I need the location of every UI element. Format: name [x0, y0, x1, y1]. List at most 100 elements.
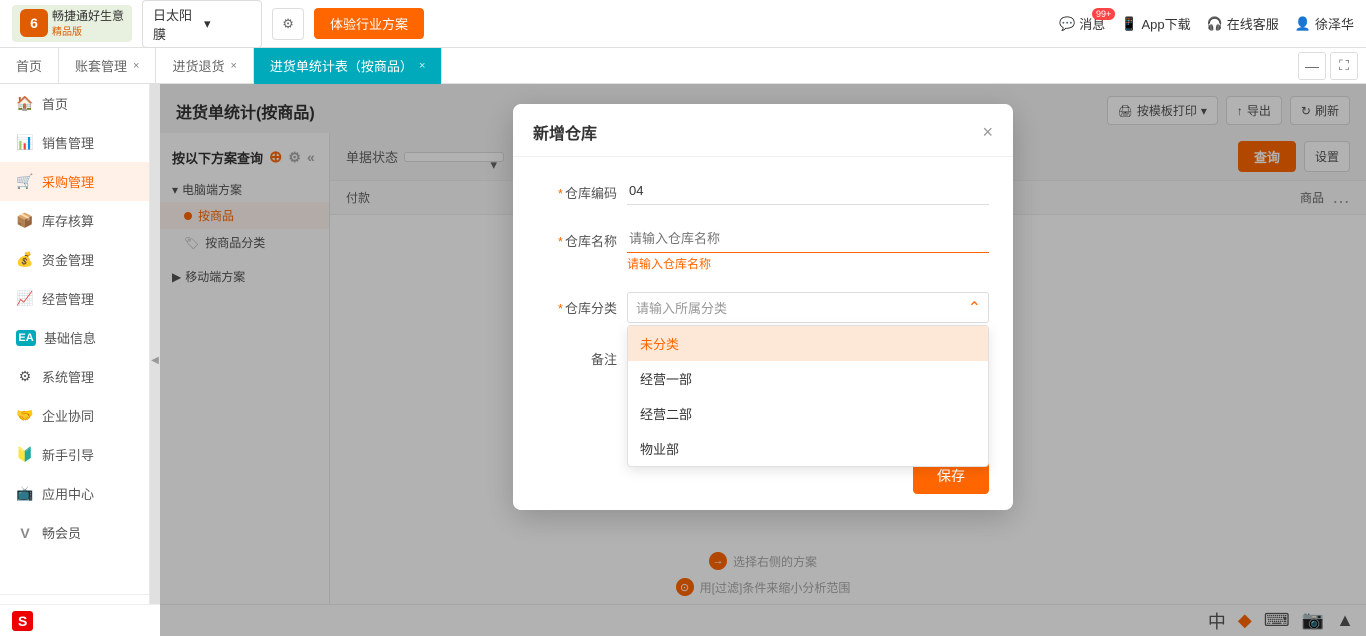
category-dropdown-list: 未分类 经营一部 经营二部 物业部 [627, 325, 989, 467]
guide-icon: 🔰 [16, 446, 34, 464]
tab-account[interactable]: 账套管理 × [59, 48, 156, 84]
sidebar-label-basic: 基础信息 [44, 328, 96, 347]
app-download-item[interactable]: 📱 App下载 [1121, 14, 1190, 33]
sidebar-collapse-handle[interactable]: ◀ [150, 84, 160, 636]
name-input[interactable] [627, 225, 989, 253]
app-download-label: App下载 [1141, 14, 1190, 33]
sidebar-item-member[interactable]: V 畅会员 [0, 513, 149, 552]
sidebar-item-enterprise[interactable]: 🤝 企业协同 [0, 396, 149, 435]
sidebar-label-apps: 应用中心 [42, 484, 94, 503]
modal-title: 新增仓库 [533, 120, 597, 144]
dropdown-item-uncategorized[interactable]: 未分类 [628, 326, 988, 361]
tab-purchase-stat-close[interactable]: × [419, 60, 425, 72]
bottom-logo-icon: S [12, 611, 33, 631]
category-arrow-icon: ⌃ [968, 298, 981, 318]
sidebar-item-guide[interactable]: 🔰 新手引导 [0, 435, 149, 474]
notification-badge: 99+ [1092, 8, 1115, 20]
purchase-icon: 🛒 [16, 173, 34, 191]
logo-text-line2: 精品版 [52, 23, 124, 38]
modal-close-button[interactable]: × [982, 122, 993, 143]
try-industry-button[interactable]: 体验行业方案 [314, 8, 424, 39]
sidebar-item-apps[interactable]: 📺 应用中心 [0, 474, 149, 513]
code-label: *仓库编码 [537, 177, 617, 202]
home-icon: 🏠 [16, 95, 34, 113]
sidebar-label-sales: 销售管理 [42, 133, 94, 152]
store-selector[interactable]: 日太阳膜 ▾ [142, 0, 262, 48]
tab-account-label: 账套管理 [75, 56, 127, 75]
code-input[interactable] [627, 177, 989, 205]
name-input-wrap: 请输入仓库名称 [627, 225, 989, 272]
name-label: *仓库名称 [537, 225, 617, 250]
dropdown-item-dept2[interactable]: 经营二部 [628, 396, 988, 431]
sidebar-item-inventory[interactable]: 📦 库存核算 [0, 201, 149, 240]
form-row-code: *仓库编码 [537, 177, 989, 205]
sidebar-item-operations[interactable]: 📈 经营管理 [0, 279, 149, 318]
category-placeholder: 请输入所属分类 [636, 298, 727, 317]
content-area: 进货单统计(按商品) 🖨 按模板打印 ▾ ↑ 导出 ↻ 刷新 [160, 84, 1366, 636]
inventory-icon: 📦 [16, 212, 34, 230]
tab-home[interactable]: 首页 [0, 48, 59, 84]
header-right: 💬 消息 99+ 📱 App下载 🎧 在线客服 👤 徐泽华 [1059, 14, 1354, 33]
logo-area: 6 畅捷通好生意 精品版 [12, 5, 132, 42]
sidebar-item-system[interactable]: ⚙ 系统管理 [0, 357, 149, 396]
tab-purchase-return-close[interactable]: × [230, 60, 236, 72]
logo-text-line1: 畅捷通好生意 [52, 9, 124, 23]
sidebar-item-finance[interactable]: 💰 资金管理 [0, 240, 149, 279]
modal-body: *仓库编码 *仓库名称 请输入仓库名称 [513, 157, 1013, 446]
dropdown-item-property[interactable]: 物业部 [628, 431, 988, 466]
sales-icon: 📊 [16, 134, 34, 152]
form-row-category: *仓库分类 请输入所属分类 ⌃ 未分类 经营一部 经营二部 [537, 292, 989, 323]
username-label: 徐泽华 [1315, 14, 1354, 33]
sidebar-label-inventory: 库存核算 [42, 211, 94, 230]
sidebar-label-finance: 资金管理 [42, 250, 94, 269]
sidebar-item-home[interactable]: 🏠 首页 [0, 84, 149, 123]
user-avatar[interactable]: 👤 徐泽华 [1295, 14, 1354, 33]
category-dropdown-wrap: 请输入所属分类 ⌃ 未分类 经营一部 经营二部 物业部 [627, 292, 989, 323]
dropdown-item-dept1[interactable]: 经营一部 [628, 361, 988, 396]
app-logo-icon: 6 [20, 9, 48, 37]
category-dropdown[interactable]: 请输入所属分类 [627, 292, 989, 323]
tab-purchase-stat-label: 进货单统计表（按商品） [270, 56, 413, 75]
sidebar: 🏠 首页 📊 销售管理 🛒 采购管理 📦 库存核算 💰 资金管理 📈 经营管理 … [0, 84, 150, 636]
sidebar-label-purchase: 采购管理 [42, 172, 94, 191]
online-service-label: 在线客服 [1227, 14, 1279, 33]
tab-home-label: 首页 [16, 56, 42, 75]
sidebar-label-home: 首页 [42, 94, 68, 113]
modal-header: 新增仓库 × [513, 104, 1013, 157]
system-icon: ⚙ [16, 368, 34, 386]
store-name: 日太阳膜 [153, 5, 200, 43]
new-warehouse-modal: 新增仓库 × *仓库编码 [513, 104, 1013, 510]
tab-purchase-stat[interactable]: 进货单统计表（按商品） × [254, 48, 442, 84]
tabs-bar: 首页 账套管理 × 进货退货 × 进货单统计表（按商品） × — ⛶ [0, 48, 1366, 84]
tab-minimize-button[interactable]: — [1298, 52, 1326, 80]
sidebar-item-sales[interactable]: 📊 销售管理 [0, 123, 149, 162]
top-header: 6 畅捷通好生意 精品版 日太阳膜 ▾ ⚙ 体验行业方案 💬 消息 99+ 📱 … [0, 0, 1366, 48]
operations-icon: 📈 [16, 290, 34, 308]
tab-account-close[interactable]: × [133, 60, 139, 72]
sidebar-label-member: 畅会员 [42, 523, 81, 542]
apps-icon: 📺 [16, 485, 34, 503]
member-icon: V [16, 524, 34, 542]
sidebar-label-operations: 经营管理 [42, 289, 94, 308]
online-service-item[interactable]: 🎧 在线客服 [1207, 14, 1279, 33]
sidebar-label-system: 系统管理 [42, 367, 94, 386]
sidebar-item-purchase[interactable]: 🛒 采购管理 [0, 162, 149, 201]
tab-purchase-return[interactable]: 进货退货 × [156, 48, 253, 84]
category-label: *仓库分类 [537, 292, 617, 317]
main-layout: 🏠 首页 📊 销售管理 🛒 采购管理 📦 库存核算 💰 资金管理 📈 经营管理 … [0, 84, 1366, 636]
enterprise-icon: 🤝 [16, 407, 34, 425]
store-dropdown-icon: ▾ [204, 16, 251, 32]
notification-icon[interactable]: 💬 消息 99+ [1059, 14, 1105, 33]
settings-icon[interactable]: ⚙ [272, 8, 304, 40]
sidebar-label-guide: 新手引导 [42, 445, 94, 464]
tab-purchase-return-label: 进货退货 [172, 56, 224, 75]
modal-overlay[interactable]: 新增仓库 × *仓库编码 [160, 84, 1366, 636]
code-input-wrap [627, 177, 989, 205]
basic-icon: EA [16, 330, 36, 346]
tab-expand-button[interactable]: ⛶ [1330, 52, 1358, 80]
tab-controls: — ⛶ [1298, 52, 1366, 80]
bottom-logo: S [12, 611, 33, 631]
sidebar-item-basic[interactable]: EA 基础信息 [0, 318, 149, 357]
form-row-name: *仓库名称 请输入仓库名称 [537, 225, 989, 272]
sidebar-label-enterprise: 企业协同 [42, 406, 94, 425]
